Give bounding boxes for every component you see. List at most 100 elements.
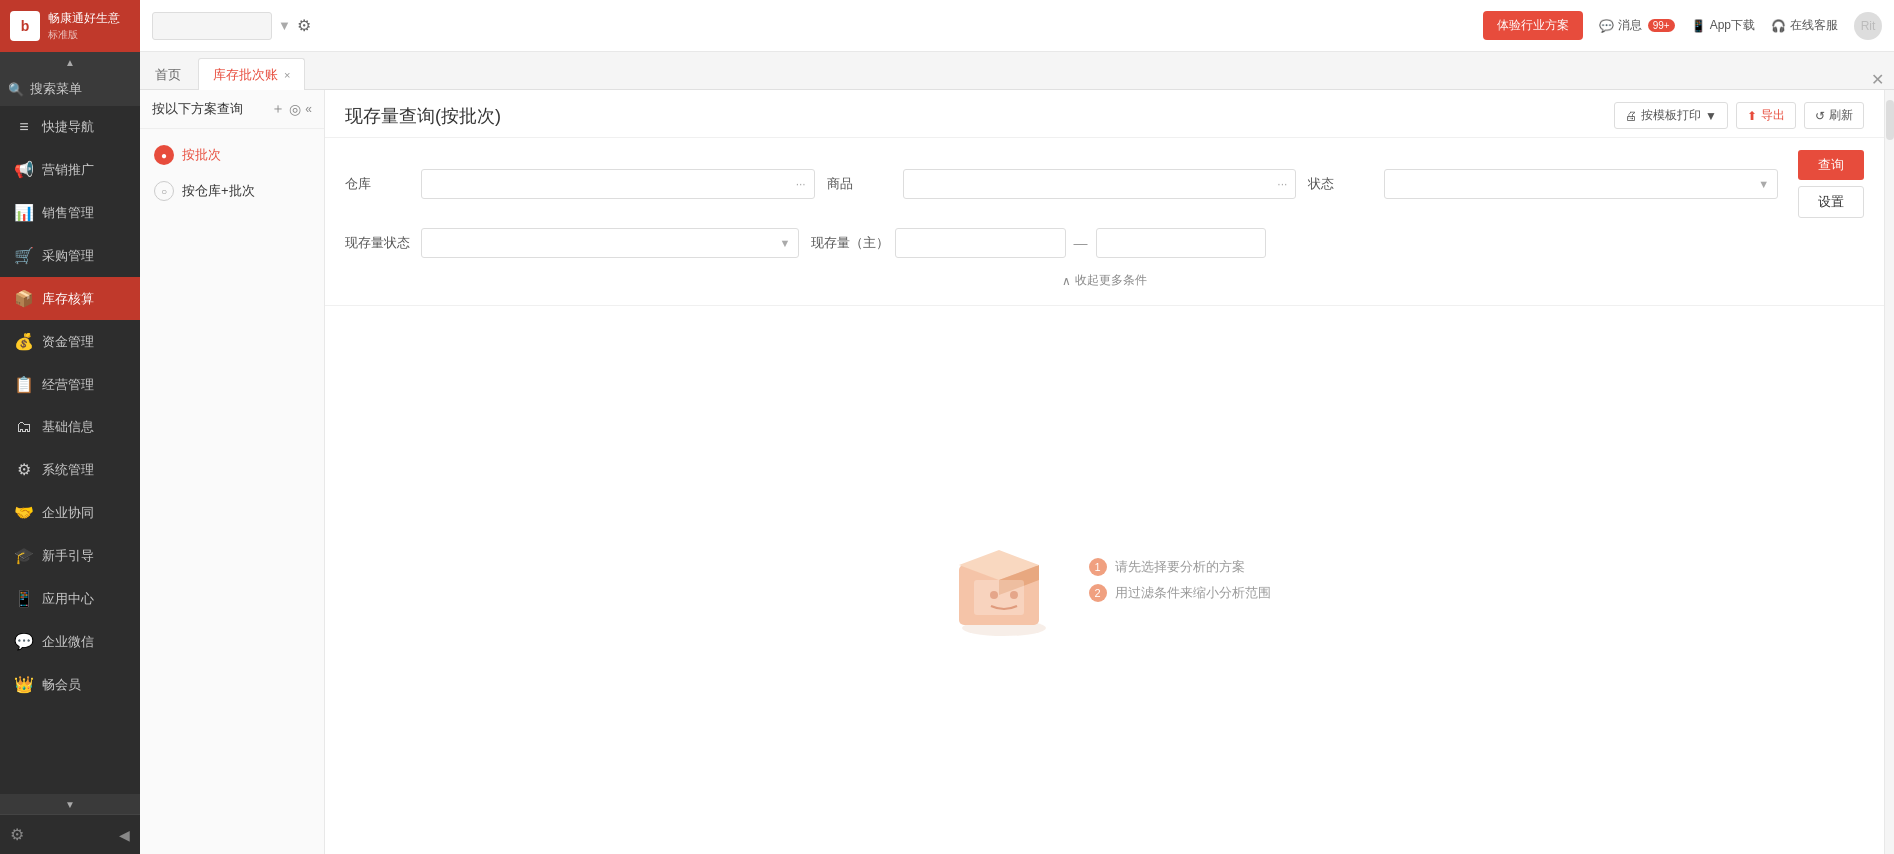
- tab-close-icon[interactable]: ×: [284, 69, 290, 81]
- footer-collapse-icon[interactable]: ◀: [119, 827, 130, 843]
- sidebar-item-app-center[interactable]: 📱 应用中心: [0, 577, 140, 620]
- refresh-btn[interactable]: ↺ 刷新: [1804, 102, 1864, 129]
- online-service-label: 在线客服: [1790, 17, 1838, 34]
- qty-max-input[interactable]: [1096, 228, 1266, 258]
- sidebar-item-label: 系统管理: [42, 461, 94, 479]
- topbar-dropdown-icon[interactable]: ▼: [278, 18, 291, 33]
- scheme-collapse-btn[interactable]: «: [305, 102, 312, 116]
- app-download-action[interactable]: 📱 App下载: [1691, 17, 1755, 34]
- sidebar-item-label: 企业微信: [42, 633, 94, 651]
- printer-icon: 🖨: [1625, 109, 1637, 123]
- finance-icon: 💰: [14, 332, 34, 351]
- top-bar: ▼ ⚙ 体验行业方案 💬 消息 99+ 📱 App下载 🎧 在线客服 Rit: [140, 0, 1894, 52]
- service-icon: 🎧: [1771, 19, 1786, 33]
- qty-min-input[interactable]: [895, 228, 1065, 258]
- member-icon: 👑: [14, 675, 34, 694]
- footer-settings-icon[interactable]: ⚙: [10, 825, 24, 844]
- inventory-qty-label: 现存量（主）: [811, 234, 889, 252]
- empty-state: 1 请先选择要分析的方案 2 用过滤条件来缩小分析范围: [325, 306, 1884, 854]
- print-dropdown-icon: ▼: [1705, 109, 1717, 123]
- goods-label: 商品: [827, 175, 897, 193]
- topbar-actions: 体验行业方案 💬 消息 99+ 📱 App下载 🎧 在线客服 Rit: [1483, 11, 1882, 40]
- sidebar-item-newbie[interactable]: 🎓 新手引导: [0, 534, 140, 577]
- sidebar-scroll-down[interactable]: ▼: [0, 794, 140, 814]
- right-scrollbar[interactable]: [1884, 90, 1894, 854]
- close-panel-icon[interactable]: ✕: [1871, 70, 1884, 89]
- sidebar-item-purchase[interactable]: 🛒 采购管理: [0, 234, 140, 277]
- export-btn[interactable]: ⬆ 导出: [1736, 102, 1796, 129]
- goods-input[interactable]: ···: [903, 169, 1297, 199]
- sidebar-item-inventory[interactable]: 📦 库存核算: [0, 277, 140, 320]
- query-btn[interactable]: 查询: [1798, 150, 1864, 180]
- svg-point-5: [990, 591, 998, 599]
- sidebar-header: b 畅康通好生意 标准版: [0, 0, 140, 52]
- scheme-settings-icon[interactable]: ◎: [289, 101, 301, 117]
- app-download-label: App下载: [1710, 17, 1755, 34]
- sidebar-item-label: 应用中心: [42, 590, 94, 608]
- sidebar-scroll-up[interactable]: ▲: [0, 52, 140, 72]
- scrollbar-thumb: [1886, 100, 1894, 140]
- experience-btn[interactable]: 体验行业方案: [1483, 11, 1583, 40]
- filter-settings-btn[interactable]: 设置: [1798, 186, 1864, 218]
- sidebar-item-finance[interactable]: 💰 资金管理: [0, 320, 140, 363]
- empty-svg: [939, 520, 1059, 640]
- topbar-settings-icon[interactable]: ⚙: [297, 16, 311, 35]
- message-icon: 💬: [1599, 19, 1614, 33]
- sidebar-item-label: 畅会员: [42, 676, 81, 694]
- basics-icon: 🗂: [14, 418, 34, 436]
- export-icon: ⬆: [1747, 109, 1757, 123]
- filter-area: 仓库 ··· 商品 ···: [325, 138, 1884, 306]
- sidebar-item-quick-nav[interactable]: ≡ 快捷导航: [0, 106, 140, 148]
- status-select[interactable]: ▼: [1384, 169, 1778, 199]
- scheme-item-batch[interactable]: ● 按批次: [140, 137, 324, 173]
- tab-inventory-batch[interactable]: 库存批次账 ×: [198, 58, 305, 90]
- warehouse-more-icon: ···: [796, 177, 806, 191]
- phone-icon: 📱: [1691, 19, 1706, 33]
- search-icon: 🔍: [8, 82, 24, 97]
- marketing-icon: 📢: [14, 160, 34, 179]
- collapse-icon: ∧: [1062, 274, 1071, 288]
- sidebar-item-operations[interactable]: 📋 经营管理: [0, 363, 140, 406]
- sidebar-item-label: 经营管理: [42, 376, 94, 394]
- hint-text-2: 用过滤条件来缩小分析范围: [1115, 584, 1271, 602]
- tab-inventory-label: 库存批次账: [213, 66, 278, 84]
- sidebar-item-sales[interactable]: 📊 销售管理: [0, 191, 140, 234]
- warehouse-input[interactable]: ···: [421, 169, 815, 199]
- empty-hint: 1 请先选择要分析的方案 2 用过滤条件来缩小分析范围: [1089, 558, 1271, 602]
- topbar-search-input[interactable]: [152, 12, 272, 40]
- message-action[interactable]: 💬 消息 99+: [1599, 17, 1675, 34]
- sales-icon: 📊: [14, 203, 34, 222]
- sidebar-search[interactable]: 🔍 搜索菜单: [0, 72, 140, 106]
- tab-home[interactable]: 首页: [140, 58, 196, 90]
- system-icon: ⚙: [14, 460, 34, 479]
- inventory-icon: 📦: [14, 289, 34, 308]
- scheme-add-icon[interactable]: ＋: [271, 100, 285, 118]
- sidebar-item-marketing[interactable]: 📢 营销推广: [0, 148, 140, 191]
- filter-row-1: 仓库 ··· 商品 ···: [345, 150, 1864, 218]
- print-btn[interactable]: 🖨 按模板打印 ▼: [1614, 102, 1728, 129]
- sidebar: b 畅康通好生意 标准版 ▲ 🔍 搜索菜单 ≡ 快捷导航 📢 营销推广 📊 销售…: [0, 0, 140, 854]
- topbar-search-area: ▼ ⚙: [152, 12, 311, 40]
- sidebar-search-label: 搜索菜单: [30, 80, 82, 98]
- online-service-action[interactable]: 🎧 在线客服: [1771, 17, 1838, 34]
- sidebar-item-wechat[interactable]: 💬 企业微信: [0, 620, 140, 663]
- scheme-item-label: 按批次: [182, 146, 221, 164]
- scheme-item-warehouse-batch[interactable]: ○ 按仓库+批次: [140, 173, 324, 209]
- message-label: 消息: [1618, 17, 1642, 34]
- hint-text-1: 请先选择要分析的方案: [1115, 558, 1245, 576]
- status-label: 状态: [1308, 175, 1378, 193]
- scheme-title: 按以下方案查询: [152, 100, 243, 118]
- user-avatar-area[interactable]: Rit: [1854, 12, 1882, 40]
- scheme-inactive-icon: ○: [154, 181, 174, 201]
- sidebar-item-system[interactable]: ⚙ 系统管理: [0, 448, 140, 491]
- sidebar-item-enterprise[interactable]: 🤝 企业协同: [0, 491, 140, 534]
- inventory-status-select[interactable]: ▼: [421, 228, 799, 258]
- refresh-icon: ↺: [1815, 109, 1825, 123]
- collapse-more-btn[interactable]: ∧ 收起更多条件: [345, 268, 1864, 293]
- sidebar-item-member[interactable]: 👑 畅会员: [0, 663, 140, 706]
- sidebar-item-basics[interactable]: 🗂 基础信息: [0, 406, 140, 448]
- app-edition: 标准版: [48, 28, 120, 42]
- main-content: 现存量查询(按批次) 🖨 按模板打印 ▼ ⬆ 导出 ↺ 刷新: [325, 90, 1884, 854]
- inventory-dropdown-icon: ▼: [779, 237, 790, 249]
- svg-point-6: [1010, 591, 1018, 599]
